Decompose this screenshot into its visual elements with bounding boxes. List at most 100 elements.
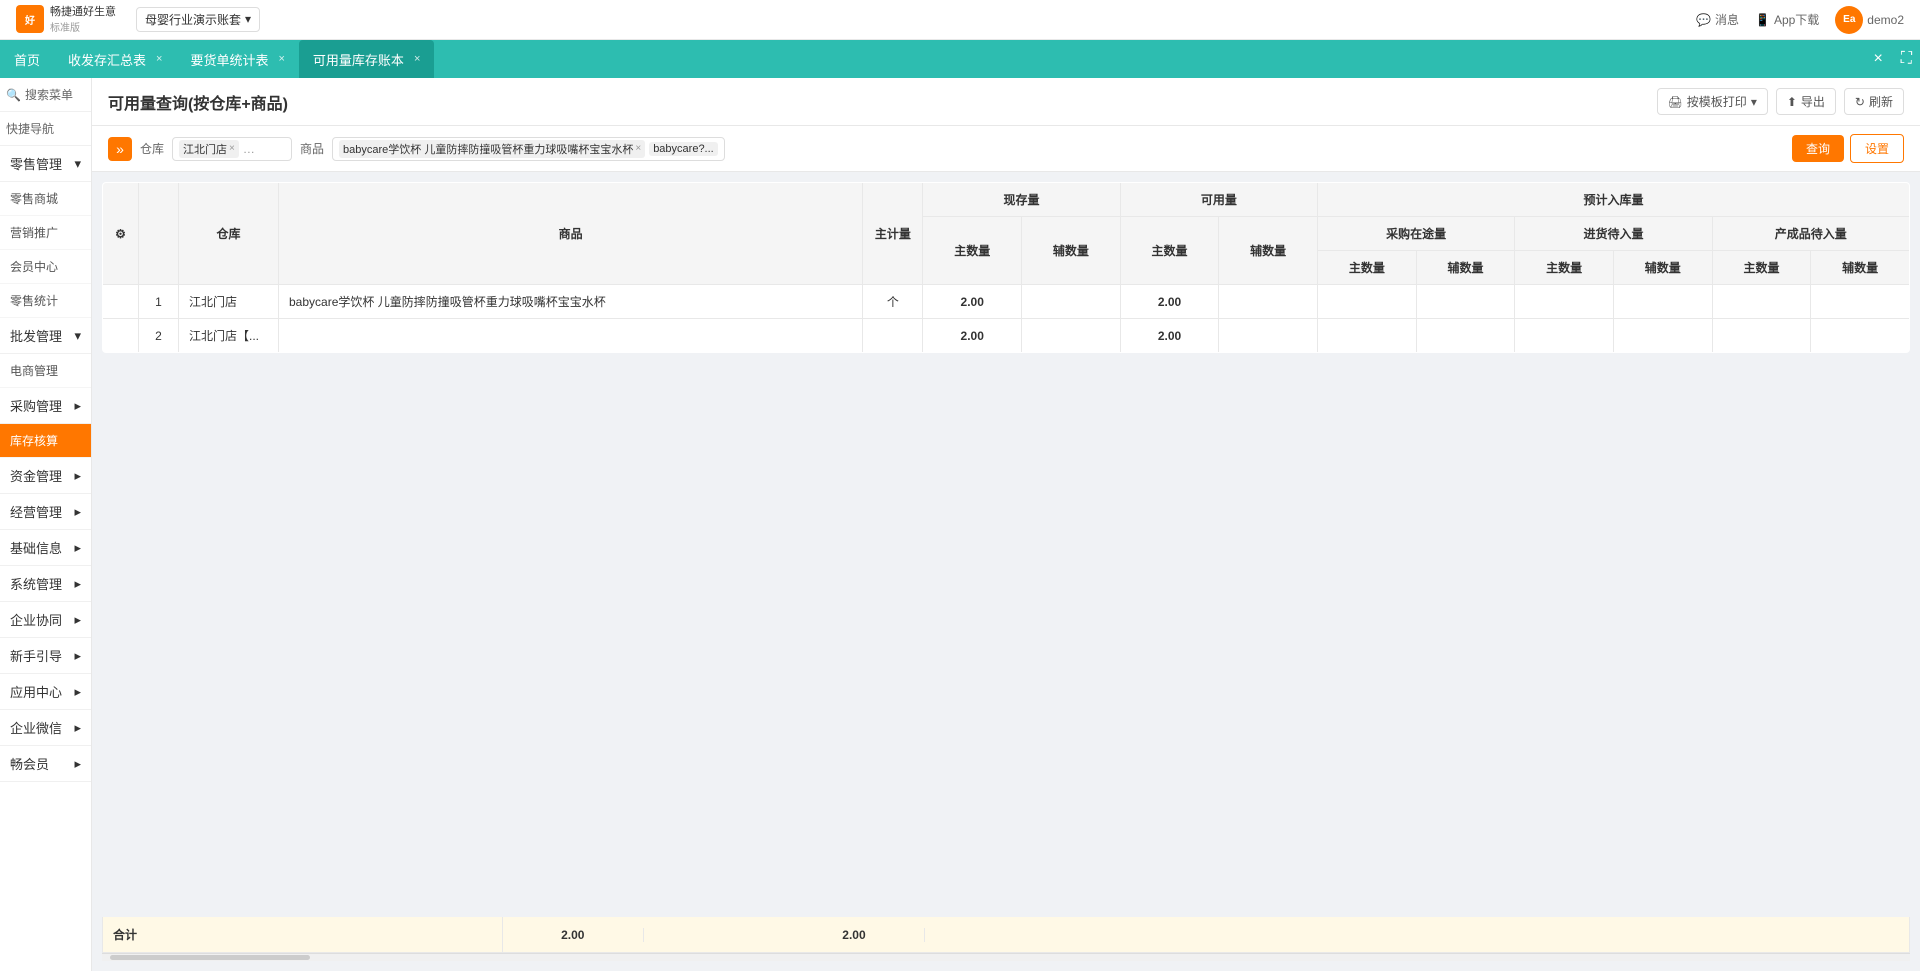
sidebar-group-member-header[interactable]: 畅会员 ▸ (0, 746, 91, 782)
cell-avail-aux (1219, 319, 1318, 353)
cell-production-aux (1811, 319, 1910, 353)
sidebar-group-purchase-header[interactable]: 采购管理 ▸ (0, 388, 91, 424)
header-actions: 🖨 按模板打印 ▾ ⬆ 导出 ↻ 刷新 (1657, 88, 1904, 115)
th-avail-aux: 辅数量 (1219, 217, 1318, 285)
product-label: 商品 (300, 140, 324, 157)
th-production-main: 主数量 (1712, 251, 1811, 285)
cell-settings[interactable] (103, 319, 139, 353)
th-purchase-aux: 辅数量 (1416, 251, 1515, 285)
tab-stock-label: 可用量库存账本 (313, 50, 404, 69)
export-label: 导出 (1801, 93, 1825, 110)
sidebar-group-apps-header[interactable]: 应用中心 ▸ (0, 674, 91, 710)
table-wrapper: ⚙ 仓库 商品 主计量 现存量 可用量 预计入库量 主数量 辅数量 (92, 172, 1920, 971)
expand-icon[interactable]: ⛶ (1893, 50, 1920, 68)
refresh-label: 刷新 (1869, 93, 1893, 110)
product-filter-tags[interactable]: babycare学饮杯 儿童防摔防撞吸管杯重力球吸嘴杯宝宝水杯 × babyca… (332, 137, 725, 161)
sidebar-group-system-header[interactable]: 系统管理 ▸ (0, 566, 91, 602)
table-row: 2 江北门店【... 2.00 2.00 (103, 319, 1910, 353)
tab-receive-close[interactable]: × (156, 53, 162, 65)
quick-nav-label: 快捷导航 (6, 120, 54, 137)
sidebar-item-inventory[interactable]: 库存核算 (0, 424, 91, 458)
product-tag-1-remove[interactable]: × (635, 143, 641, 154)
warehouse-tag-1-remove[interactable]: × (229, 143, 235, 154)
cell-avail-aux (1219, 285, 1318, 319)
logo-text: 畅捷通好生意 (50, 5, 116, 19)
sidebar-item-retail-stats[interactable]: 零售统计 (0, 284, 91, 318)
tab-order-label: 要货单统计表 (190, 50, 268, 69)
sidebar-item-ecommerce[interactable]: 电商管理 (0, 354, 91, 388)
product-tag-2: babycare?... (649, 142, 718, 156)
message-icon: 💬 (1696, 13, 1711, 27)
refresh-button[interactable]: ↻ 刷新 (1844, 88, 1904, 115)
settings-button[interactable]: 设置 (1850, 134, 1904, 163)
industry-selector[interactable]: 母婴行业演示账套 ▾ (136, 7, 260, 32)
tab-receive[interactable]: 收发存汇总表 × (54, 40, 176, 78)
sidebar-group-retail-header[interactable]: 零售管理 ▾ (0, 146, 91, 182)
cell-production-main (1712, 319, 1811, 353)
avatar: Ea (1835, 6, 1863, 34)
table-row: 1 江北门店 babycare学饮杯 儿童防摔防撞吸管杯重力球吸嘴杯宝宝水杯 个… (103, 285, 1910, 319)
warehouse-filter-tags[interactable]: 江北门店 × … (172, 137, 292, 161)
top-bar: 好 畅捷通好生意 标准版 母婴行业演示账套 ▾ 💬 消息 📱 App下载 Ea … (0, 0, 1920, 40)
tab-stock[interactable]: 可用量库存账本 × (299, 40, 434, 78)
logo-sub: 标准版 (50, 19, 116, 34)
refresh-icon: ↻ (1855, 95, 1865, 109)
query-button[interactable]: 查询 (1792, 135, 1844, 162)
retail-label: 零售管理 (10, 154, 62, 173)
tab-stock-close[interactable]: × (414, 53, 420, 65)
content-area: 可用量查询(按仓库+商品) 🖨 按模板打印 ▾ ⬆ 导出 ↻ 刷新 » (92, 78, 1920, 971)
cell-product: babycare学饮杯 儿童防摔防撞吸管杯重力球吸嘴杯宝宝水杯 (279, 285, 863, 319)
download-icon: 📱 (1755, 13, 1770, 27)
sidebar-group-guide-header[interactable]: 新手引导 ▸ (0, 638, 91, 674)
scrollbar-area (102, 953, 1910, 961)
th-production-group: 产成品待入量 (1712, 217, 1909, 251)
sidebar-search[interactable]: 🔍 搜索菜单 (0, 78, 91, 112)
user-area[interactable]: Ea demo2 (1835, 6, 1904, 34)
sidebar-item-member[interactable]: 会员中心 (0, 250, 91, 284)
cell-warehouse: 江北门店 (179, 285, 279, 319)
cell-unit: 个 (863, 285, 923, 319)
cell-stock-main: 2.00 (923, 319, 1022, 353)
logo-area: 好 畅捷通好生意 标准版 (16, 5, 116, 34)
th-incoming-group: 进货待入量 (1515, 217, 1712, 251)
download-action[interactable]: 📱 App下载 (1755, 11, 1819, 28)
footer-avail-main: 2.00 (784, 928, 925, 942)
cell-purchase-aux (1416, 319, 1515, 353)
cell-production-aux (1811, 285, 1910, 319)
sidebar-group-collab-header[interactable]: 企业协同 ▸ (0, 602, 91, 638)
sidebar-group-wechat-header[interactable]: 企业微信 ▸ (0, 710, 91, 746)
th-unit: 主计量 (863, 183, 923, 285)
print-label: 按模板打印 (1687, 93, 1747, 110)
cell-unit (863, 319, 923, 353)
cell-stock-main: 2.00 (923, 285, 1022, 319)
sidebar-quick-nav[interactable]: 快捷导航 (0, 112, 91, 146)
print-icon: 🖨 (1668, 95, 1683, 109)
tab-order-close[interactable]: × (278, 53, 284, 65)
sidebar-group-operation-header[interactable]: 经营管理 ▸ (0, 494, 91, 530)
cell-incoming-aux (1613, 285, 1712, 319)
scrollbar-thumb[interactable] (110, 955, 310, 960)
cell-settings[interactable] (103, 285, 139, 319)
message-action[interactable]: 💬 消息 (1696, 11, 1739, 28)
cell-incoming-aux (1613, 319, 1712, 353)
sidebar-item-marketing[interactable]: 营销推广 (0, 216, 91, 250)
th-settings[interactable]: ⚙ (103, 183, 139, 285)
warehouse-label: 仓库 (140, 140, 164, 157)
sidebar-item-mall[interactable]: 零售商城 (0, 182, 91, 216)
sidebar-group-wholesale-header[interactable]: 批发管理 ▾ (0, 318, 91, 354)
tab-order[interactable]: 要货单统计表 × (176, 40, 298, 78)
cell-purchase-aux (1416, 285, 1515, 319)
print-button[interactable]: 🖨 按模板打印 ▾ (1657, 88, 1768, 115)
tab-home[interactable]: 首页 (0, 40, 54, 78)
filter-bar: » 仓库 江北门店 × … 商品 babycare学饮杯 儿童防摔防撞吸管杯重力… (92, 126, 1920, 172)
export-button[interactable]: ⬆ 导出 (1776, 88, 1836, 115)
sidebar-group-basic-header[interactable]: 基础信息 ▸ (0, 530, 91, 566)
sidebar-group-finance-header[interactable]: 资金管理 ▸ (0, 458, 91, 494)
filter-expand-button[interactable]: » (108, 137, 132, 161)
filter-actions: 查询 设置 (1792, 134, 1904, 163)
product-tag-1-label: babycare学饮杯 儿童防摔防撞吸管杯重力球吸嘴杯宝宝水杯 (343, 141, 633, 157)
close-all-tabs[interactable]: × (1863, 50, 1892, 68)
table-scroll: ⚙ 仓库 商品 主计量 现存量 可用量 预计入库量 主数量 辅数量 (102, 182, 1910, 917)
warehouse-more[interactable]: … (243, 142, 255, 156)
th-purchase-main: 主数量 (1318, 251, 1417, 285)
